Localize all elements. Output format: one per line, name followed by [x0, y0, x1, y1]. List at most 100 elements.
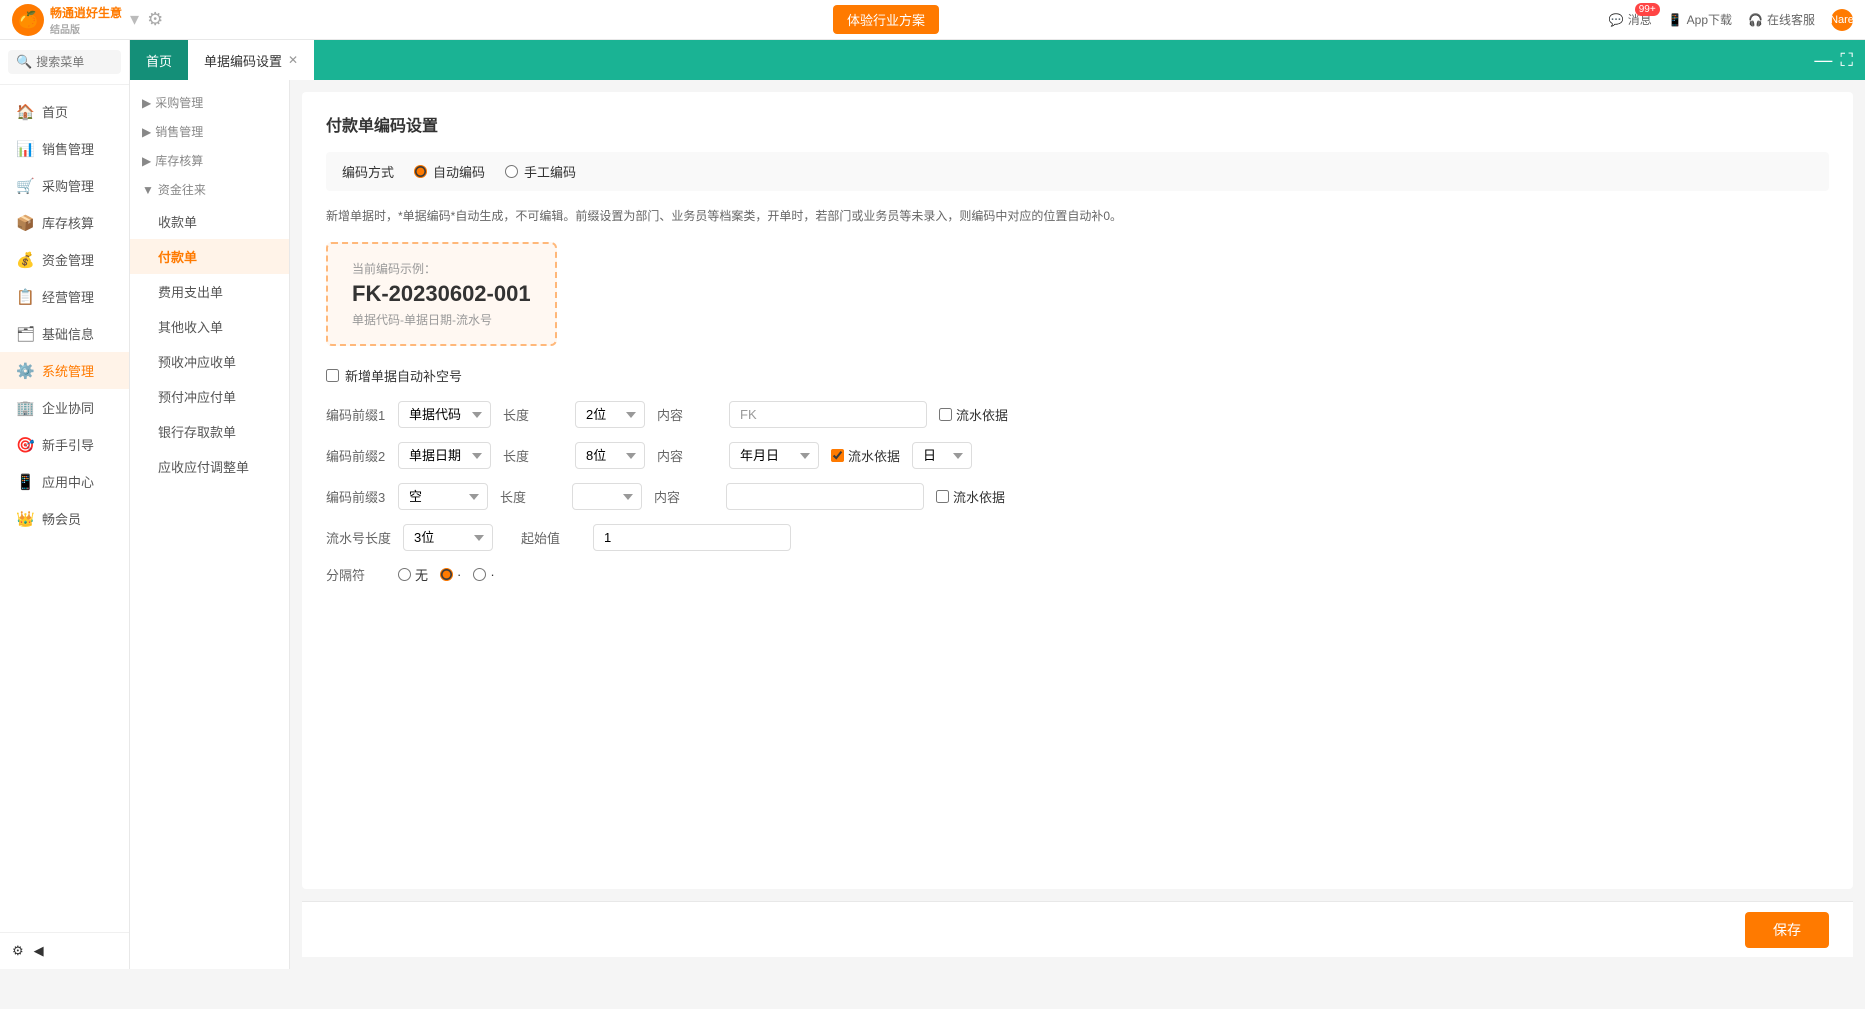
- tab-expand-icon[interactable]: ⛶: [1840, 50, 1853, 71]
- sep-dash-radio[interactable]: [473, 568, 486, 581]
- sidebar-item-company[interactable]: 🏢 企业协同: [0, 389, 129, 426]
- content3-input[interactable]: [726, 483, 924, 510]
- prefix2-label: 编码前缀2: [326, 446, 386, 465]
- sidebar-item-operation[interactable]: 📋 经营管理: [0, 278, 129, 315]
- length2-select[interactable]: 8位: [575, 442, 645, 469]
- right-panel: 付款单编码设置 编码方式 自动编码 手工编码 新增单据时，*单据编码*自动生成，…: [290, 80, 1865, 969]
- sidebar-item-sales[interactable]: 📊 销售管理: [0, 130, 129, 167]
- code-preview-sub: 单据代码-单据日期-流水号: [352, 311, 531, 328]
- second-sidebar-item-payment[interactable]: 付款单: [130, 239, 289, 274]
- download-item[interactable]: 📱 App下载: [1668, 11, 1732, 28]
- second-sidebar-item-receipt[interactable]: 收款单: [130, 204, 289, 239]
- sep-dash-label[interactable]: ·: [473, 567, 494, 582]
- manual-encode-radio[interactable]: [505, 165, 518, 178]
- user-item[interactable]: Nare: [1831, 9, 1853, 31]
- second-sidebar-item-prepaid-ar[interactable]: 预收冲应收单: [130, 344, 289, 379]
- stream2-label: 流水依据: [848, 446, 900, 465]
- message-item[interactable]: 💬 消息 99+: [1609, 11, 1652, 28]
- serial-length-select[interactable]: 3位: [403, 524, 493, 551]
- logo-icon: 🍊: [12, 4, 44, 36]
- length2-label: 长度: [503, 446, 563, 465]
- sidebar-item-home[interactable]: 🏠 首页: [0, 93, 129, 130]
- length1-label: 长度: [503, 405, 563, 424]
- second-sidebar-item-expense[interactable]: 费用支出单: [130, 274, 289, 309]
- auto-encode-label[interactable]: 自动编码: [414, 162, 485, 181]
- config-row-1: 编码前缀1 单据代码 长度 2位 内容 流水依据: [326, 401, 1829, 428]
- tab-home[interactable]: 首页: [130, 40, 188, 80]
- sidebar-item-apps[interactable]: 📱 应用中心: [0, 463, 129, 500]
- sidebar-item-finance[interactable]: 💰 资金管理: [0, 241, 129, 278]
- prefix2-select[interactable]: 单据日期: [398, 442, 491, 469]
- sep-none-label[interactable]: 无: [398, 565, 428, 584]
- prefix3-select[interactable]: 空: [398, 483, 488, 510]
- operation-icon: 📋: [16, 288, 34, 306]
- sidebar-item-inventory[interactable]: 📦 库存核算: [0, 204, 129, 241]
- config-row-3: 编码前缀3 空 长度 内容 流水依据: [326, 483, 1829, 510]
- company-icon: 🏢: [16, 399, 34, 417]
- sidebar-item-purchase[interactable]: 🛒 采购管理: [0, 167, 129, 204]
- industry-button[interactable]: 体验行业方案: [833, 5, 939, 34]
- sidebar-item-guide[interactable]: 🎯 新手引导: [0, 426, 129, 463]
- sep-dot-radio[interactable]: [440, 568, 453, 581]
- finance-icon: 💰: [16, 251, 34, 269]
- settings-icon[interactable]: ⚙: [147, 9, 163, 30]
- code-preview-box: 当前编码示例： FK-20230602-001 单据代码-单据日期-流水号: [326, 242, 557, 346]
- separator-label: 分隔符: [326, 565, 386, 584]
- sidebar-item-system[interactable]: ⚙️ 系统管理: [0, 352, 129, 389]
- save-button[interactable]: 保存: [1745, 912, 1829, 948]
- topbar-right: 💬 消息 99+ 📱 App下载 🎧 在线客服 Nare: [1609, 9, 1853, 31]
- encode-method-label: 编码方式: [342, 162, 394, 181]
- prefix1-select[interactable]: 单据代码: [398, 401, 491, 428]
- tab-minimize-icon[interactable]: —: [1814, 50, 1832, 71]
- settings-bottom-icon[interactable]: ⚙: [12, 943, 24, 959]
- sep-none-radio[interactable]: [398, 568, 411, 581]
- prefix3-label: 编码前缀3: [326, 487, 386, 506]
- sidebar-item-basic[interactable]: 🗂 基础信息: [0, 315, 129, 352]
- collapse-icon[interactable]: ◀: [34, 943, 44, 959]
- stream2-checkbox[interactable]: [831, 449, 844, 462]
- topbar-mid: 体验行业方案: [833, 5, 939, 34]
- sidebar-search-inner[interactable]: 🔍: [8, 50, 121, 74]
- tab-bar-right: — ⛶: [1814, 50, 1865, 71]
- length1-select[interactable]: 2位: [575, 401, 645, 428]
- second-sidebar-group-sales[interactable]: ▶ 销售管理: [130, 117, 289, 146]
- main-panel: 付款单编码设置 编码方式 自动编码 手工编码 新增单据时，*单据编码*自动生成，…: [302, 92, 1853, 889]
- content2-label: 内容: [657, 446, 717, 465]
- start-value-input[interactable]: [593, 524, 791, 551]
- chevron-down-icon: ▼: [142, 183, 154, 197]
- manual-encode-label[interactable]: 手工编码: [505, 162, 576, 181]
- config-row-2: 编码前缀2 单据日期 长度 8位 内容 年月日 流水依据: [326, 442, 1829, 469]
- second-sidebar-item-bank[interactable]: 银行存取款单: [130, 414, 289, 449]
- second-sidebar-group-fund[interactable]: ▼ 资金往来: [130, 175, 289, 204]
- stream2-checkbox-row: 流水依据: [831, 446, 900, 465]
- stream3-checkbox[interactable]: [936, 490, 949, 503]
- search-icon: 🔍: [16, 54, 32, 70]
- sidebar-bottom: ⚙ ◀: [0, 932, 129, 969]
- stream3-checkbox-row: 流水依据: [936, 487, 1005, 506]
- sidebar-item-member[interactable]: 👑 畅会员: [0, 500, 129, 537]
- second-sidebar-item-prepaid-ap[interactable]: 预付冲应付单: [130, 379, 289, 414]
- auto-encode-radio[interactable]: [414, 165, 427, 178]
- second-sidebar-item-adjustment[interactable]: 应收应付调整单: [130, 449, 289, 484]
- sidebar-nav: 🏠 首页 📊 销售管理 🛒 采购管理 📦 库存核算 💰 资金管理 📋 经营管理 …: [0, 85, 129, 932]
- code-preview-value: FK-20230602-001: [352, 281, 531, 307]
- auto-fill-checkbox[interactable]: [326, 369, 339, 382]
- service-icon: 🎧: [1748, 13, 1763, 27]
- sep-dot-label[interactable]: ·: [440, 567, 461, 582]
- service-item[interactable]: 🎧 在线客服: [1748, 11, 1815, 28]
- tab-close-icon[interactable]: ✕: [288, 53, 298, 67]
- dropdown-arrow[interactable]: ▾: [130, 9, 139, 30]
- length3-label: 长度: [500, 487, 560, 506]
- search-input[interactable]: [36, 55, 113, 69]
- footer-bar: 保存: [302, 901, 1853, 957]
- length3-select[interactable]: [572, 483, 642, 510]
- stream1-checkbox[interactable]: [939, 408, 952, 421]
- second-sidebar-item-other-income[interactable]: 其他收入单: [130, 309, 289, 344]
- content1-input[interactable]: [729, 401, 927, 428]
- tab-encode-settings[interactable]: 单据编码设置 ✕: [188, 40, 314, 80]
- content2-select[interactable]: 年月日: [729, 442, 819, 469]
- stream2-option-select[interactable]: 日: [912, 442, 972, 469]
- second-sidebar-group-inventory[interactable]: ▶ 库存核算: [130, 146, 289, 175]
- start-value-label: 起始值: [521, 528, 581, 547]
- second-sidebar-group-purchase[interactable]: ▶ 采购管理: [130, 88, 289, 117]
